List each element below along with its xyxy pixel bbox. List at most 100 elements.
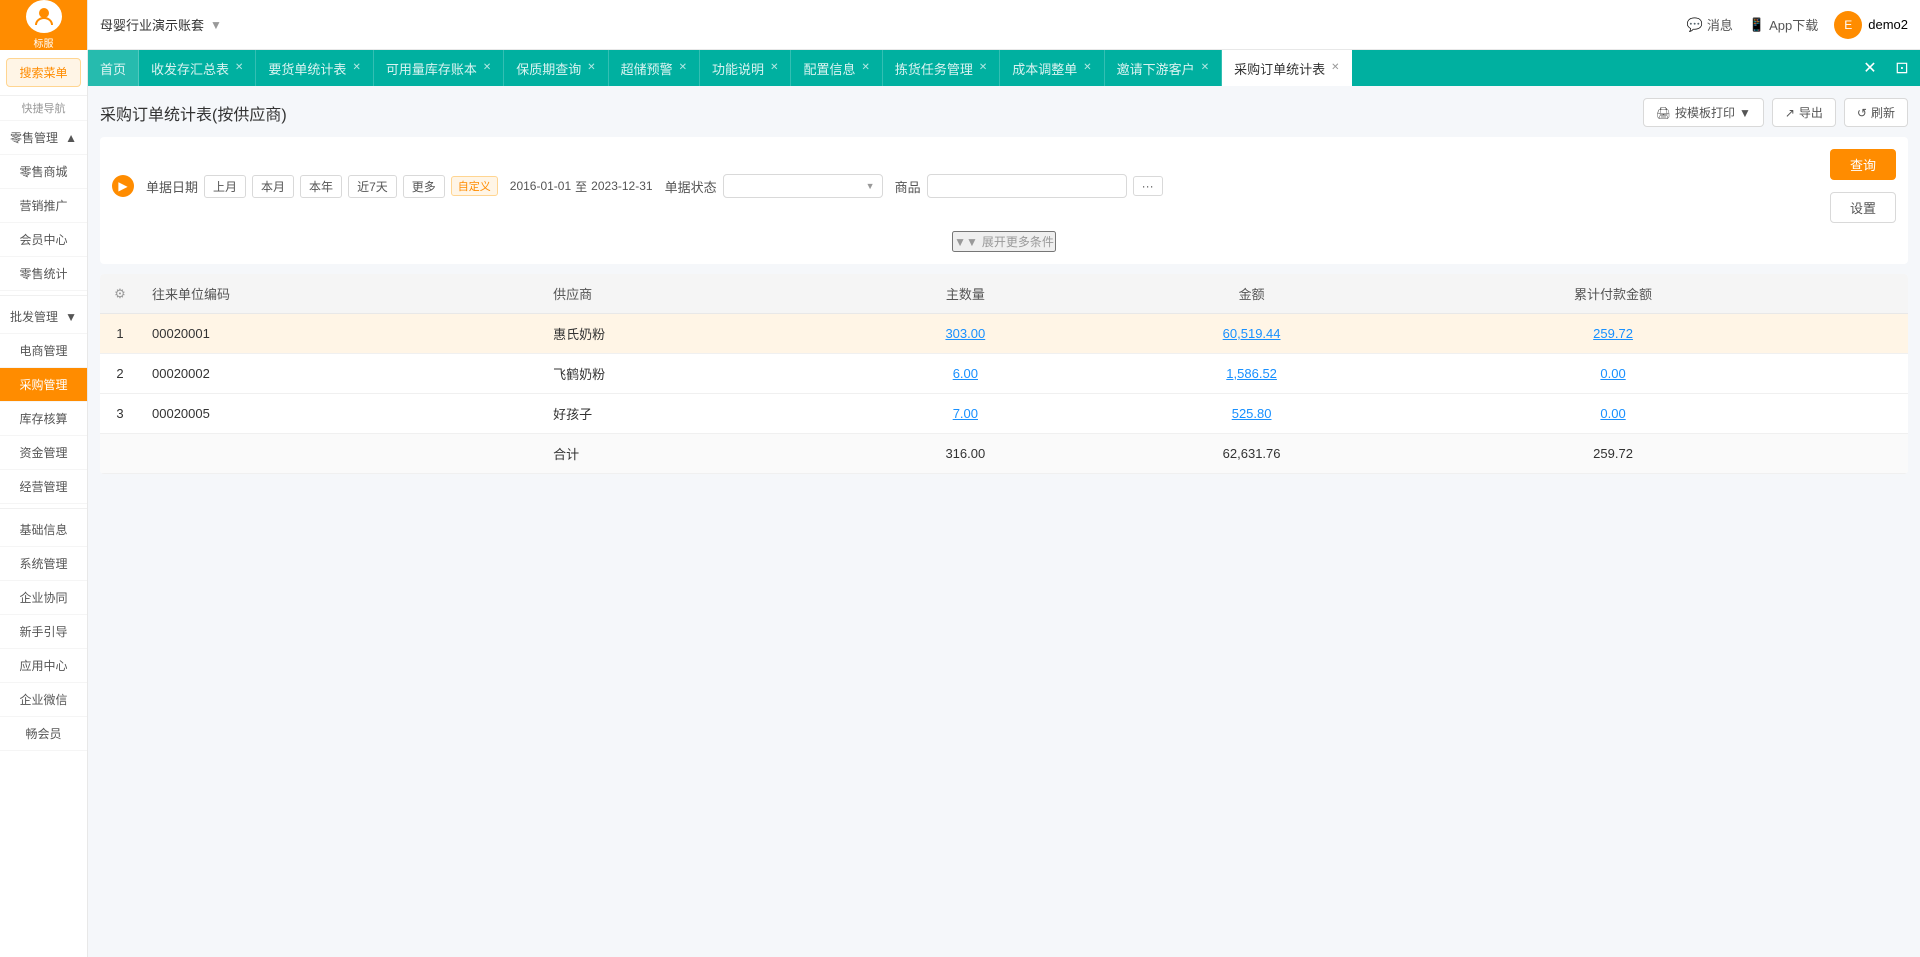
tab-expiry[interactable]: 保质期查询 ✕ xyxy=(504,50,608,86)
cell-qty-3: 7.00 xyxy=(840,394,1091,434)
tab-receive-summary-close[interactable]: ✕ xyxy=(235,63,243,73)
cell-supplier-3: 好孩子 xyxy=(541,394,840,434)
tab-invite-customer[interactable]: 邀请下游客户 ✕ xyxy=(1105,50,1222,86)
goods-input[interactable] xyxy=(927,174,1127,198)
sidebar-item-member-center[interactable]: 会员中心 xyxy=(0,223,87,257)
tab-invite-customer-close[interactable]: ✕ xyxy=(1201,63,1209,73)
sidebar-item-system[interactable]: 系统管理 xyxy=(0,547,87,581)
tab-expiry-close[interactable]: ✕ xyxy=(587,63,595,73)
tab-function-desc[interactable]: 功能说明 ✕ xyxy=(700,50,791,86)
topbar-dropdown-arrow[interactable]: ▼ xyxy=(210,18,222,32)
settings-button[interactable]: 设置 xyxy=(1830,192,1896,223)
expand-button[interactable]: ▼▼ 展开更多条件 xyxy=(952,231,1056,252)
tab-pick-task[interactable]: 拣货任务管理 ✕ xyxy=(883,50,1000,86)
refresh-button[interactable]: ↺ 刷新 xyxy=(1844,98,1908,127)
tab-purchase-order-stats-close[interactable]: ✕ xyxy=(1331,63,1339,73)
date-btn-this-month[interactable]: 本月 xyxy=(252,175,294,198)
tab-cost-adjust-close[interactable]: ✕ xyxy=(1083,63,1091,73)
print-button[interactable]: 🖨 按模板打印 ▼ xyxy=(1643,98,1764,127)
sidebar-item-retail-stats[interactable]: 零售统计 xyxy=(0,257,87,291)
paid-link-2[interactable]: 0.00 xyxy=(1600,366,1625,381)
filter-toggle-button[interactable]: ▶ xyxy=(112,175,134,197)
sidebar-item-purchase[interactable]: 采购管理 xyxy=(0,368,87,402)
amount-link-1[interactable]: 60,519.44 xyxy=(1223,326,1281,341)
table-settings-icon[interactable]: ⚙ xyxy=(114,286,126,301)
tab-overstock[interactable]: 超储预警 ✕ xyxy=(609,50,700,86)
date-btn-last-7-days[interactable]: 近7天 xyxy=(348,175,397,198)
date-btn-this-year[interactable]: 本年 xyxy=(300,175,342,198)
refresh-icon: ↺ xyxy=(1857,106,1867,120)
tab-close-all-button[interactable]: ✕ xyxy=(1856,54,1884,82)
amount-link-3[interactable]: 525.80 xyxy=(1232,406,1272,421)
tab-pick-task-label: 拣货任务管理 xyxy=(895,59,973,78)
topbar-app-button[interactable]: 📱 App下载 xyxy=(1749,15,1818,34)
tab-home[interactable]: 首页 xyxy=(88,50,139,86)
date-label: 单据日期 xyxy=(146,177,198,196)
th-settings: ⚙ xyxy=(100,274,140,314)
print-dropdown-icon[interactable]: ▼ xyxy=(1739,106,1751,120)
sidebar-item-retail-mall[interactable]: 零售商城 xyxy=(0,155,87,189)
cell-code-1: 00020001 xyxy=(140,314,541,354)
message-label: 消息 xyxy=(1707,15,1733,34)
divider-1 xyxy=(0,295,87,296)
tab-purchase-order-stats[interactable]: 采购订单统计表 ✕ xyxy=(1222,50,1352,86)
paid-link-3[interactable]: 0.00 xyxy=(1600,406,1625,421)
table-row[interactable]: 1 00020001 惠氏奶粉 303.00 60,519.44 xyxy=(100,314,1908,354)
tab-function-desc-close[interactable]: ✕ xyxy=(770,63,778,73)
sidebar-item-wechat[interactable]: 企业微信 xyxy=(0,683,87,717)
topbar-user-section[interactable]: E demo2 xyxy=(1834,11,1908,39)
sidebar-item-operations[interactable]: 经营管理 xyxy=(0,470,87,504)
cell-extra-3 xyxy=(1814,394,1908,434)
tab-config[interactable]: 配置信息 ✕ xyxy=(791,50,882,86)
topbar-message-button[interactable]: 💬 消息 xyxy=(1687,15,1733,34)
search-menu-button[interactable]: 搜索菜单 xyxy=(6,58,81,87)
th-extra xyxy=(1814,274,1908,314)
phone-icon: 📱 xyxy=(1749,17,1765,33)
user-avatar: E xyxy=(1834,11,1862,39)
tab-usable-inventory-close[interactable]: ✕ xyxy=(483,63,491,73)
filter-expand-section: ▼▼ 展开更多条件 xyxy=(112,223,1896,252)
tab-usable-inventory[interactable]: 可用量库存账本 ✕ xyxy=(374,50,504,86)
tab-config-close[interactable]: ✕ xyxy=(861,63,869,73)
sidebar-item-ecommerce[interactable]: 电商管理 xyxy=(0,334,87,368)
sidebar-item-marketing[interactable]: 营销推广 xyxy=(0,189,87,223)
sidebar-item-wholesale[interactable]: 批发管理 ▼ xyxy=(0,300,87,334)
tab-overstock-close[interactable]: ✕ xyxy=(679,63,687,73)
sidebar-item-finance[interactable]: 资金管理 xyxy=(0,436,87,470)
filter-status-group: 单据状态 xyxy=(665,174,883,198)
sidebar-item-appcenter[interactable]: 应用中心 xyxy=(0,649,87,683)
tab-cost-adjust-label: 成本调整单 xyxy=(1012,59,1077,78)
tab-maximize-button[interactable]: ⊡ xyxy=(1888,54,1916,82)
status-select[interactable] xyxy=(723,174,883,198)
filter-date-group: 单据日期 上月 本月 本年 近7天 更多 自定义 xyxy=(146,175,498,198)
tab-receive-summary[interactable]: 收发存汇总表 ✕ xyxy=(139,50,256,86)
amount-link-2[interactable]: 1,586.52 xyxy=(1226,366,1277,381)
logo-icon xyxy=(26,0,62,33)
cell-extra-2 xyxy=(1814,354,1908,394)
sidebar-item-newuser[interactable]: 新手引导 xyxy=(0,615,87,649)
table-row[interactable]: 3 00020005 好孩子 7.00 525.80 xyxy=(100,394,1908,434)
sidebar-item-retail-management[interactable]: 零售管理 ▲ xyxy=(0,121,87,155)
qty-link-2[interactable]: 6.00 xyxy=(953,366,978,381)
tab-order-stats[interactable]: 要货单统计表 ✕ xyxy=(256,50,373,86)
qty-link-1[interactable]: 303.00 xyxy=(945,326,985,341)
footer-qty: 316.00 xyxy=(840,434,1091,474)
date-range-display: 2016-01-01 至 2023-12-31 xyxy=(510,178,653,195)
date-btn-last-month[interactable]: 上月 xyxy=(204,175,246,198)
tab-order-stats-close[interactable]: ✕ xyxy=(352,63,360,73)
date-btn-more[interactable]: 更多 xyxy=(403,175,445,198)
query-button[interactable]: 查询 xyxy=(1830,149,1896,180)
goods-more-button[interactable]: ··· xyxy=(1133,176,1163,196)
sidebar-item-basic-info[interactable]: 基础信息 xyxy=(0,513,87,547)
purchase-order-table: ⚙ 往来单位编码 供应商 主数量 金额 累计付款金额 1 000200 xyxy=(100,274,1908,474)
sidebar-item-inventory[interactable]: 库存核算 xyxy=(0,402,87,436)
filter-goods-group: 商品 ··· xyxy=(895,174,1163,198)
tab-cost-adjust[interactable]: 成本调整单 ✕ xyxy=(1000,50,1104,86)
tab-pick-task-close[interactable]: ✕ xyxy=(979,63,987,73)
sidebar-item-enterprise[interactable]: 企业协同 xyxy=(0,581,87,615)
export-button[interactable]: ↗ 导出 xyxy=(1772,98,1836,127)
sidebar-item-member[interactable]: 畅会员 xyxy=(0,717,87,751)
table-row[interactable]: 2 00020002 飞鹤奶粉 6.00 1,586.52 xyxy=(100,354,1908,394)
paid-link-1[interactable]: 259.72 xyxy=(1593,326,1633,341)
qty-link-3[interactable]: 7.00 xyxy=(953,406,978,421)
